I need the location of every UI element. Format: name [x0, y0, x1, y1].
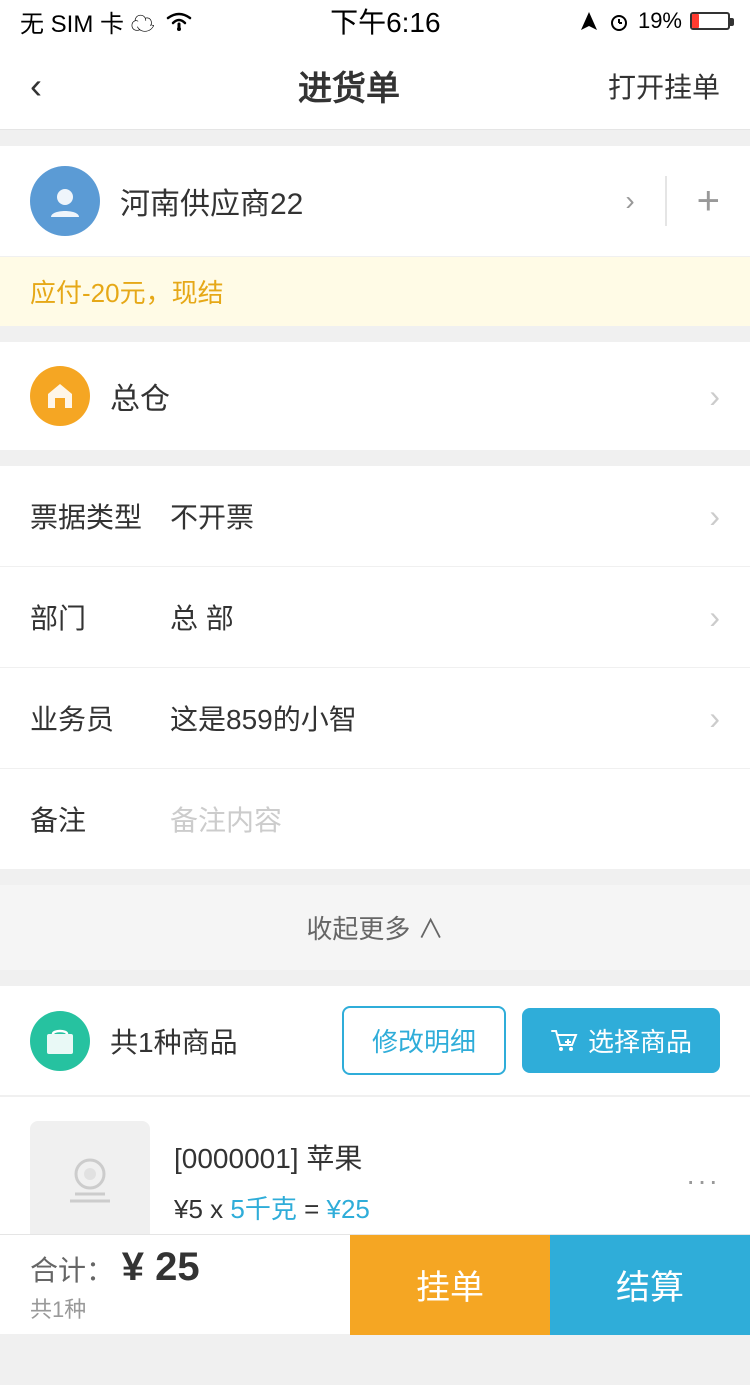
salesperson-chevron-icon: › [709, 700, 720, 737]
product-thumbnail [30, 1121, 150, 1241]
nav-bar: ‹ 进货单 打开挂单 [0, 42, 750, 130]
collapse-label: 收起更多 ∧ [306, 914, 443, 944]
form-section: 票据类型 不开票 › 部门 总 部 › 业务员 这是859的小智 › 备注 备注… [0, 466, 750, 869]
salesperson-value: 这是859的小智 [170, 698, 709, 738]
status-left: 无 SIM 卡 ☁ [20, 4, 193, 39]
notice-text: 应付-20元，现结 [30, 278, 224, 308]
warehouse-section: 总仓 › [0, 342, 750, 450]
more-options-button[interactable]: ··· [686, 1165, 720, 1197]
alarm-icon [608, 10, 630, 32]
status-time: 下午6:16 [330, 1, 441, 41]
department-chevron-icon: › [709, 599, 720, 636]
invoice-type-value: 不开票 [170, 496, 709, 536]
cart-icon [550, 1029, 578, 1053]
battery-icon [690, 12, 730, 30]
total-label: 合计： [30, 1255, 114, 1286]
product-count: 共1种商品 [110, 1021, 342, 1061]
status-right: 19% [578, 8, 730, 34]
product-info: [0000001] 苹果 ¥5 x 5千克 = ¥25 [174, 1137, 686, 1226]
remark-label: 备注 [30, 799, 170, 839]
open-hang-button[interactable]: 打开挂单 [608, 66, 720, 106]
collapse-button[interactable]: 收起更多 ∧ [0, 885, 750, 970]
edit-detail-button[interactable]: 修改明细 [342, 1006, 506, 1075]
add-supplier-button[interactable]: + [697, 179, 720, 224]
total-amount: ¥ 25 [122, 1245, 200, 1289]
invoice-type-row[interactable]: 票据类型 不开票 › [0, 466, 750, 566]
department-row[interactable]: 部门 总 部 › [0, 566, 750, 667]
subtotal: ¥25 [327, 1194, 370, 1224]
product-icon [30, 1011, 90, 1071]
remark-input[interactable]: 备注内容 [170, 799, 720, 839]
warehouse-row[interactable]: 总仓 › [0, 342, 750, 450]
checkout-button[interactable]: 结算 [550, 1235, 750, 1335]
warehouse-icon [30, 366, 90, 426]
department-label: 部门 [30, 597, 170, 637]
supplier-chevron-icon: › [625, 185, 634, 217]
remark-row[interactable]: 备注 备注内容 [0, 768, 750, 869]
wifi-icon [165, 10, 193, 32]
salesperson-row[interactable]: 业务员 这是859的小智 › [0, 667, 750, 768]
supplier-avatar [30, 166, 100, 236]
select-product-label: 选择商品 [588, 1022, 692, 1059]
warehouse-chevron-icon: › [709, 378, 720, 415]
supplier-section: 河南供应商22 › + 应付-20元，现结 [0, 146, 750, 326]
notice-bar: 应付-20元，现结 [0, 257, 750, 326]
select-product-button[interactable]: 选择商品 [522, 1008, 720, 1073]
page-title: 进货单 [298, 61, 400, 110]
bottom-bar: 合计： ¥ 25 共1种 挂单 结算 [0, 1234, 750, 1334]
supplier-row[interactable]: 河南供应商22 › + [0, 146, 750, 257]
department-value: 总 部 [170, 597, 709, 637]
unit-price: ¥5 x [174, 1194, 230, 1224]
total-section: 合计： ¥ 25 共1种 [0, 1245, 350, 1324]
invoice-chevron-icon: › [709, 498, 720, 535]
total-count: 共1种 [30, 1292, 320, 1324]
salesperson-label: 业务员 [30, 698, 170, 738]
product-code: [0000001] [174, 1143, 306, 1174]
equals: = [304, 1194, 326, 1224]
quantity: 5千克 [230, 1194, 296, 1224]
product-title: 苹果 [306, 1143, 362, 1174]
divider [665, 176, 667, 226]
status-bar: 无 SIM 卡 ☁ 下午6:16 19% [0, 0, 750, 42]
hang-button[interactable]: 挂单 [350, 1235, 550, 1335]
invoice-type-label: 票据类型 [30, 496, 170, 536]
supplier-name: 河南供应商22 [120, 179, 625, 223]
product-price: ¥5 x 5千克 = ¥25 [174, 1189, 686, 1226]
location-icon [578, 10, 600, 32]
sim-label: 无 SIM 卡 ☁ [20, 4, 155, 39]
product-header: 共1种商品 修改明细 选择商品 [0, 986, 750, 1095]
product-name: [0000001] 苹果 [174, 1137, 686, 1177]
back-button[interactable]: ‹ [30, 65, 90, 107]
battery-percent: 19% [638, 8, 682, 34]
warehouse-name: 总仓 [110, 374, 709, 418]
